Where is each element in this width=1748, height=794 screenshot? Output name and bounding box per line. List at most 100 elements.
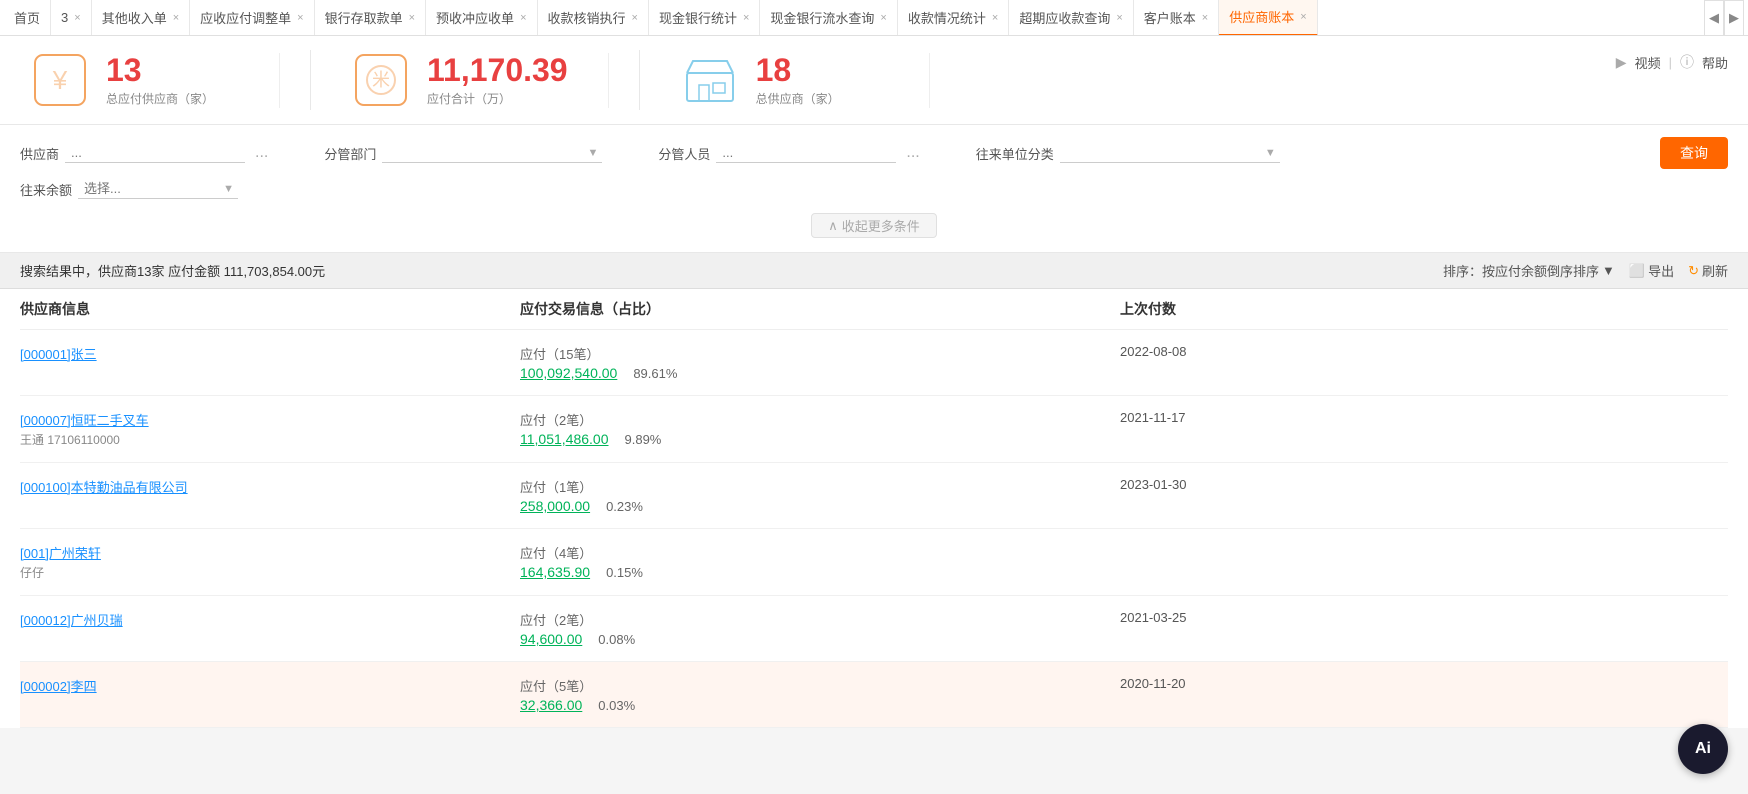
tx-amount[interactable]: 94,600.00 [520,631,582,647]
supplier-input[interactable] [65,143,245,163]
supplier-info-cell: [000007]恒旺二手叉车 王通 17106110000 [20,410,520,448]
ai-badge[interactable]: Ai [1678,724,1728,774]
close-icon[interactable]: × [1300,11,1306,23]
tx-amount[interactable]: 100,092,540.00 [520,365,617,381]
video-link[interactable]: 视频 [1635,53,1661,72]
nav-tab-cash-flow-query[interactable]: 现金银行流水查询 × [760,0,897,36]
tx-amount[interactable]: 258,000.00 [520,498,590,514]
supplier-table: 供应商信息 应付交易信息（占比） 上次付数 [000001]张三 应付（15笔）… [0,289,1748,728]
nav-next-arrow[interactable]: ▶ [1724,0,1744,36]
close-icon[interactable]: × [880,12,886,24]
summary-card-total-suppliers: 18 总供应商（家） [670,53,930,108]
sort-button[interactable]: 排序：按应付余额倒序排序 ▼ [1443,261,1615,280]
summary-card-ap-suppliers: ¥ 13 总应付供应商（家） [20,53,280,108]
balance-select[interactable] [78,179,238,199]
nav-tab-customer-ledger[interactable]: 客户账本 × [1134,0,1219,36]
nav-tab-bank-deposit[interactable]: 银行存取款单 × [315,0,426,36]
person-filter-label: 分管人员 [658,144,710,163]
export-button[interactable]: ⬜ 导出 [1629,261,1674,280]
nav-scroll-arrows: ◀ ▶ [1704,0,1744,36]
tx-pct: 0.03% [598,698,635,713]
table-row: [000002]李四 应付（5笔） 32,366.00 0.03% 2020-1… [20,662,1728,728]
dept-select[interactable] [382,143,602,163]
supplier-info-cell: [000012]广州贝瑞 [20,610,520,629]
summary-bar: ¥ 13 总应付供应商（家） 米 11,170.39 应付合计（万） [0,36,1748,125]
tx-pct: 0.15% [606,565,643,580]
col-header-supplier: 供应商信息 [20,299,520,319]
balance-select-wrapper: ▼ [78,179,238,199]
filter-category: 往来单位分类 ▼ [976,143,1280,163]
tx-amount[interactable]: 11,051,486.00 [520,431,609,447]
tx-info-cell: 应付（1笔） 258,000.00 0.23% [520,477,1120,514]
close-icon[interactable]: × [1202,12,1208,24]
supplier-info-cell: [000002]李四 [20,676,520,695]
supplier-link[interactable]: [000007]恒旺二手叉车 [20,413,149,428]
results-actions: 排序：按应付余额倒序排序 ▼ ⬜ 导出 ↻ 刷新 [1443,261,1728,280]
tx-amount[interactable]: 164,635.90 [520,564,590,580]
nav-tab-collection-stat[interactable]: 收款情况统计 × [898,0,1009,36]
table-header-row: 供应商信息 应付交易信息（占比） 上次付数 [20,289,1728,330]
close-icon[interactable]: × [632,12,638,24]
supplier-link[interactable]: [000100]本特勤油品有限公司 [20,480,188,495]
export-icon: ⬜ [1629,263,1645,279]
supplier-more-icon[interactable]: ... [255,144,268,162]
close-icon[interactable]: × [409,12,415,24]
nav-tab-cash-bank-stat[interactable]: 现金银行统计 × [649,0,760,36]
close-icon[interactable]: × [1116,12,1122,24]
filter-dept: 分管部门 ▼ [324,143,602,163]
help-link[interactable]: 帮助 [1702,53,1728,72]
collapse-button[interactable]: ∧ 收起更多条件 [811,213,937,238]
ap-supplier-label: 总应付供应商（家） [106,90,214,107]
category-select-wrapper: ▼ [1060,143,1280,163]
close-icon[interactable]: × [743,12,749,24]
ap-total-label: 应付合计（万） [427,90,568,107]
top-navigation: 首页 3 × 其他收入单 × 应收应付调整单 × 银行存取款单 × 预收冲应收单… [0,0,1748,36]
supplier-sub: 仔仔 [20,564,520,581]
close-icon[interactable]: × [74,12,80,24]
close-icon[interactable]: × [297,12,303,24]
tx-info-cell: 应付（15笔） 100,092,540.00 89.61% [520,344,1120,381]
store-icon [680,53,740,108]
ap-total-icon: 米 [351,53,411,108]
svg-text:¥: ¥ [52,65,68,95]
close-icon[interactable]: × [520,12,526,24]
supplier-link[interactable]: [000012]广州贝瑞 [20,613,123,628]
close-icon[interactable]: × [173,12,179,24]
filter-bar: 供应商 ... 分管部门 ▼ 分管人员 ... 往来单位分类 ▼ 查询 往来 [0,125,1748,253]
nav-tab-advance-collect[interactable]: 预收冲应收单 × [426,0,537,36]
col-header-tx: 应付交易信息（占比） [520,299,1120,319]
supplier-link[interactable]: [000002]李四 [20,679,97,694]
person-more-icon[interactable]: ... [906,144,919,162]
filter-person: 分管人员 ... [658,143,919,163]
category-select[interactable] [1060,143,1280,163]
table-row: [000007]恒旺二手叉车 王通 17106110000 应付（2笔） 11,… [20,396,1728,463]
supplier-info-cell: [000001]张三 [20,344,520,363]
supplier-filter-label: 供应商 [20,144,59,163]
last-pay-cell: 2021-11-17 [1120,410,1728,425]
tx-info-cell: 应付（2笔） 11,051,486.00 9.89% [520,410,1120,447]
svg-text:米: 米 [372,70,390,90]
supplier-link[interactable]: [001]广州荣轩 [20,546,101,561]
nav-tab-overdue-query[interactable]: 超期应收款查询 × [1009,0,1133,36]
nav-tab-3[interactable]: 3 × [51,0,92,36]
nav-tab-supplier-ledger[interactable]: 供应商账本 × [1219,0,1317,36]
tx-info-cell: 应付（5笔） 32,366.00 0.03% [520,676,1120,713]
table-row: [001]广州荣轩 仔仔 应付（4笔） 164,635.90 0.15% [20,529,1728,596]
person-input[interactable] [716,143,896,163]
tx-pct: 0.08% [598,632,635,647]
nav-tab-ap-adjust[interactable]: 应收应付调整单 × [190,0,314,36]
summary-divider-1 [310,50,311,110]
supplier-link[interactable]: [000001]张三 [20,347,97,362]
filter-supplier: 供应商 ... [20,143,268,163]
nav-tab-collection-exec[interactable]: 收款核销执行 × [538,0,649,36]
tx-amount[interactable]: 32,366.00 [520,697,582,713]
nav-tab-home[interactable]: 首页 [4,0,51,36]
refresh-button[interactable]: ↻ 刷新 [1688,261,1728,280]
sort-icon: ▼ [1602,263,1615,278]
close-icon[interactable]: × [992,12,998,24]
nav-tab-other-income[interactable]: 其他收入单 × [92,0,190,36]
tx-info-cell: 应付（4笔） 164,635.90 0.15% [520,543,1120,580]
last-pay-cell: 2022-08-08 [1120,344,1728,359]
nav-prev-arrow[interactable]: ◀ [1704,0,1724,36]
query-button[interactable]: 查询 [1660,137,1728,169]
